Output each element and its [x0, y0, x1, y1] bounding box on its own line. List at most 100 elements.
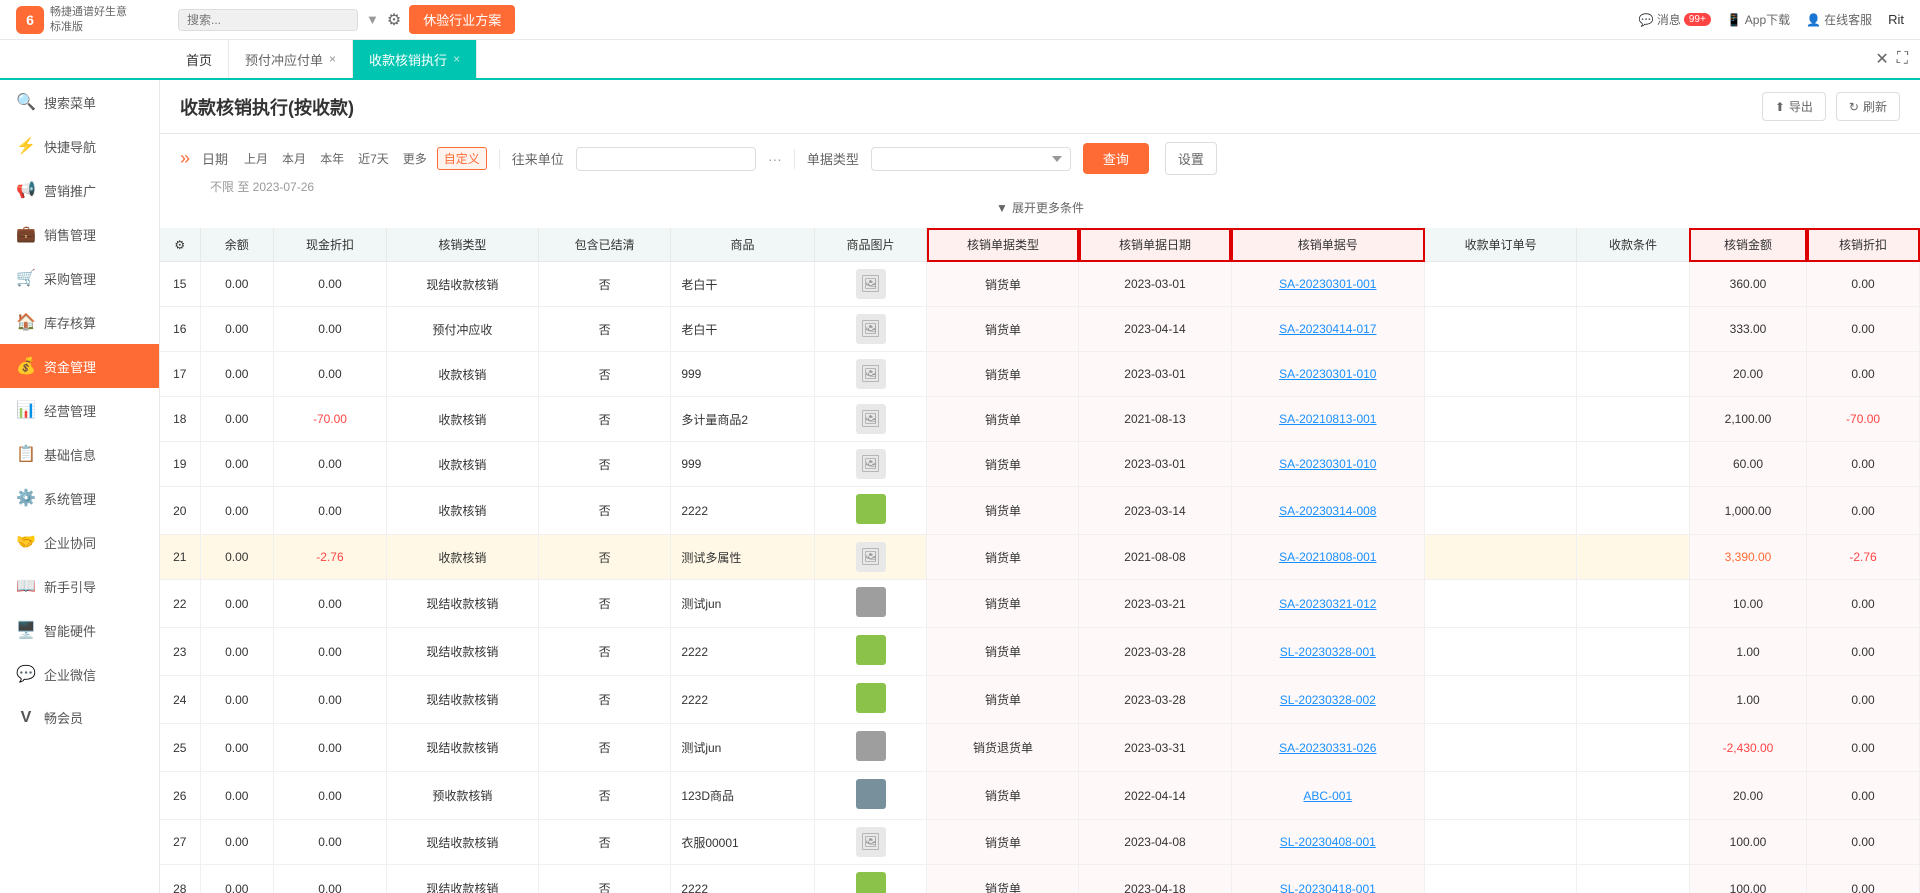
filter-divider-2 [794, 149, 795, 169]
doc-no-link[interactable]: SA-20230331-026 [1279, 741, 1376, 755]
doc-no-link[interactable]: SL-20230408-001 [1280, 835, 1376, 849]
table-row: 27 0.00 0.00 现结收款核销 否 衣服00001 🖼 销货单 2023… [160, 820, 1920, 865]
th-settings[interactable]: ⚙ [160, 228, 200, 262]
message-icon[interactable]: 💬 消息 99+ [1639, 11, 1711, 28]
product-img-icon: 🖼 [856, 542, 886, 572]
sidebar-item-member[interactable]: V 畅会员 [0, 696, 159, 739]
sidebar-item-system[interactable]: ⚙️ 系统管理 [0, 476, 159, 520]
date-btn-last-month[interactable]: 上月 [240, 148, 272, 169]
sidebar-item-search[interactable]: 🔍 搜索菜单 [0, 80, 159, 124]
date-btn-this-month[interactable]: 本月 [278, 148, 310, 169]
doc-no-link[interactable]: SA-20230321-012 [1279, 597, 1376, 611]
online-service[interactable]: 👤 在线客服 [1806, 11, 1872, 28]
td-doc-no: SA-20230301-010 [1231, 352, 1425, 397]
date-range-display: 不限 至 2023-07-26 [210, 178, 1900, 195]
td-product: 多计量商品2 [671, 397, 814, 442]
sidebar-item-marketing[interactable]: 📢 营销推广 [0, 168, 159, 212]
sidebar-item-basic[interactable]: 📋 基础信息 [0, 432, 159, 476]
doc-no-link[interactable]: SL-20230418-001 [1280, 882, 1376, 893]
td-product-img [814, 487, 927, 535]
td-order-no [1425, 772, 1577, 820]
wechat-icon: 💬 [16, 664, 36, 684]
tab-home[interactable]: 首页 [170, 40, 229, 78]
td-payment-terms [1577, 397, 1690, 442]
th-discount: 核销折扣 [1807, 228, 1920, 262]
doc-no-link[interactable]: SA-20210813-001 [1279, 412, 1376, 426]
sidebar-label-wechat: 企业微信 [44, 665, 96, 684]
sidebar-item-sales[interactable]: 💼 销售管理 [0, 212, 159, 256]
tab-bar-right: ✕ ⛶ [1875, 40, 1920, 78]
date-range-text: 不限 至 2023-07-26 [210, 180, 314, 194]
sidebar-label-finance: 资金管理 [44, 357, 96, 376]
user-name[interactable]: Rit [1888, 12, 1904, 27]
td-product-img [814, 628, 927, 676]
td-discount: 0.00 [1807, 676, 1920, 724]
logo-icon: 6 [16, 6, 44, 34]
sidebar-item-purchase[interactable]: 🛒 采购管理 [0, 256, 159, 300]
doc-type-select[interactable]: 销货单 销货退货单 [871, 147, 1071, 171]
td-payment-terms [1577, 262, 1690, 307]
tab-prepay[interactable]: 预付冲应付单 × [229, 40, 353, 78]
company-ellipsis[interactable]: ··· [768, 151, 782, 167]
tab-prepay-close[interactable]: × [329, 52, 336, 66]
sidebar-label-inventory: 库存核算 [44, 313, 96, 332]
td-cash-discount: 0.00 [274, 628, 387, 676]
doc-no-link[interactable]: SA-20230301-010 [1279, 367, 1376, 381]
td-order-no [1425, 628, 1577, 676]
sidebar-item-guide[interactable]: 📖 新手引导 [0, 564, 159, 608]
tab-expand-button[interactable]: ⛶ [1897, 50, 1908, 68]
refresh-button[interactable]: ↻ 刷新 [1836, 92, 1900, 121]
sidebar-item-finance[interactable]: 💰 资金管理 [0, 344, 159, 388]
td-balance: 0.00 [200, 724, 274, 772]
collapse-arrow[interactable]: » [180, 148, 190, 169]
tab-collection[interactable]: 收款核销执行 × [353, 40, 477, 78]
sidebar-item-quick[interactable]: ⚡ 快捷导航 [0, 124, 159, 168]
page-header: 收款核销执行(按收款) ⬆ 导出 ↻ 刷新 [160, 80, 1920, 134]
company-filter-input[interactable] [576, 147, 756, 171]
td-discount: 0.00 [1807, 628, 1920, 676]
date-btn-7days[interactable]: 近7天 [354, 148, 393, 169]
td-doc-date: 2022-04-14 [1079, 772, 1231, 820]
td-included: 否 [538, 307, 670, 352]
sidebar-item-inventory[interactable]: 🏠 库存核算 [0, 300, 159, 344]
doc-no-link[interactable]: SL-20230328-001 [1280, 645, 1376, 659]
td-balance: 0.00 [200, 772, 274, 820]
product-img-icon: 🖼 [856, 449, 886, 479]
sidebar-item-hardware[interactable]: 🖥️ 智能硬件 [0, 608, 159, 652]
search-input[interactable] [178, 9, 358, 31]
doc-no-link[interactable]: SA-20210808-001 [1279, 550, 1376, 564]
td-balance: 0.00 [200, 865, 274, 893]
sidebar-item-cooperation[interactable]: 🤝 企业协同 [0, 520, 159, 564]
purchase-icon: 🛒 [16, 268, 36, 288]
td-discount: 0.00 [1807, 865, 1920, 893]
td-cancel-type: 现结收款核销 [386, 628, 538, 676]
solution-button[interactable]: 休验行业方案 [409, 5, 515, 34]
doc-no-link[interactable]: ABC-001 [1303, 789, 1352, 803]
export-button[interactable]: ⬆ 导出 [1762, 92, 1826, 121]
product-img-icon: 🖼 [856, 359, 886, 389]
sidebar-item-operations[interactable]: 📊 经营管理 [0, 388, 159, 432]
app-download[interactable]: 📱 App下载 [1727, 11, 1790, 28]
doc-no-link[interactable]: SA-20230414-017 [1279, 322, 1376, 336]
table-row: 23 0.00 0.00 现结收款核销 否 2222 销货单 2023-03-2… [160, 628, 1920, 676]
date-btn-this-year[interactable]: 本年 [316, 148, 348, 169]
td-order-no [1425, 676, 1577, 724]
gear-icon[interactable]: ⚙ [387, 10, 401, 30]
date-btn-more[interactable]: 更多 [399, 148, 431, 169]
tab-collection-close[interactable]: × [453, 52, 460, 66]
table-row: 15 0.00 0.00 现结收款核销 否 老白干 🖼 销货单 2023-03-… [160, 262, 1920, 307]
doc-no-link[interactable]: SL-20230328-002 [1280, 693, 1376, 707]
doc-no-link[interactable]: SA-20230301-010 [1279, 457, 1376, 471]
sidebar-label-quick: 快捷导航 [44, 137, 96, 156]
sidebar-label-basic: 基础信息 [44, 445, 96, 464]
doc-no-link[interactable]: SA-20230301-001 [1279, 277, 1376, 291]
date-btn-custom[interactable]: 自定义 [437, 147, 487, 170]
sidebar-item-wechat[interactable]: 💬 企业微信 [0, 652, 159, 696]
expand-conditions-btn[interactable]: ▼ 展开更多条件 [180, 195, 1900, 220]
tab-close-button[interactable]: ✕ [1875, 49, 1888, 69]
td-product-img [814, 580, 927, 628]
settings-button[interactable]: 设置 [1165, 142, 1217, 175]
doc-no-link[interactable]: SA-20230314-008 [1279, 504, 1376, 518]
query-button[interactable]: 查询 [1083, 143, 1149, 174]
td-no: 24 [160, 676, 200, 724]
